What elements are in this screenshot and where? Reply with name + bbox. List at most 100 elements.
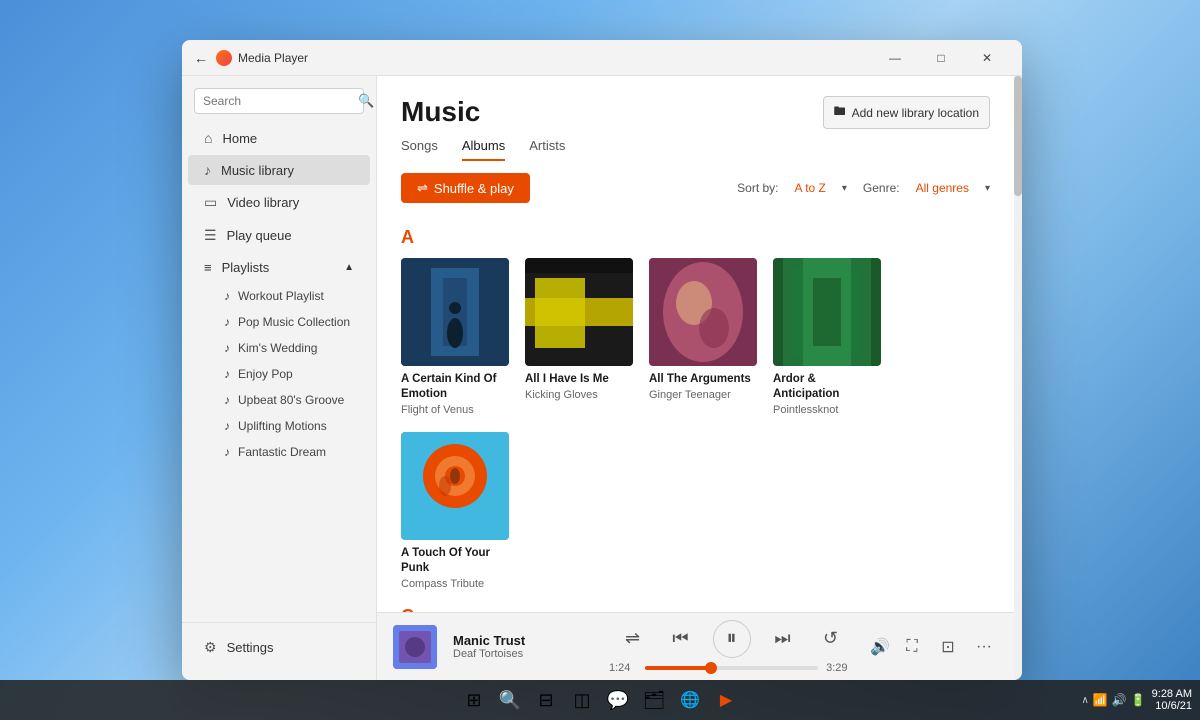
taskbar-search-button[interactable]: 🔍 <box>496 686 524 714</box>
playlist-item-0[interactable]: ♪ Workout Playlist <box>188 284 370 308</box>
minimize-button[interactable]: — <box>872 42 918 74</box>
taskbar-date-display: 10/6/21 <box>1152 700 1192 712</box>
home-icon: ⌂ <box>204 130 212 146</box>
playlist-icon-0: ♪ <box>224 289 230 303</box>
search-box[interactable]: 🔍 <box>194 88 364 114</box>
playlist-item-3[interactable]: ♪ Enjoy Pop <box>188 362 370 386</box>
taskbar-widgets-button[interactable]: ◫ <box>568 686 596 714</box>
nav-settings-label: Settings <box>227 640 274 655</box>
taskbar-right: ∧ 📶 🔊 🔋 9:28 AM 10/6/21 <box>1081 688 1192 712</box>
title-bar: ← Media Player — □ ✕ <box>182 40 1022 76</box>
playlist-item-1[interactable]: ♪ Pop Music Collection <box>188 310 370 334</box>
playlist-item-6[interactable]: ♪ Fantastic Dream <box>188 440 370 464</box>
album-card-4[interactable]: A Touch Of Your Punk Compass Tribute <box>401 432 509 590</box>
shuffle-button[interactable]: ⇌ <box>617 623 649 655</box>
sidebar-item-home[interactable]: ⌂ Home <box>188 123 370 153</box>
search-icon[interactable]: 🔍 <box>358 93 374 109</box>
maximize-button[interactable]: □ <box>918 42 964 74</box>
playlist-icon-1: ♪ <box>224 315 230 329</box>
album-title-0: A Certain Kind Of Emotion <box>401 372 509 402</box>
nav-home-label: Home <box>222 131 257 146</box>
add-library-button[interactable]: 🖿 Add new library location <box>823 96 990 129</box>
sort-chevron-icon[interactable]: ▾ <box>842 183 847 194</box>
tab-bar: Songs Albums Artists <box>401 138 990 161</box>
genre-value[interactable]: All genres <box>916 181 969 195</box>
player-controls: ⇌ ⏮ ⏸ ⏭ ↺ 1:24 3:29 <box>609 620 854 674</box>
taskbar-volume-icon[interactable]: 🔊 <box>1112 693 1127 707</box>
repeat-button[interactable]: ↺ <box>815 623 847 655</box>
playlist-label-1: Pop Music Collection <box>238 315 350 329</box>
taskbar-taskview-button[interactable]: ⊟ <box>532 686 560 714</box>
playlist-item-2[interactable]: ♪ Kim's Wedding <box>188 336 370 360</box>
toolbar: ⇌ Shuffle & play Sort by: A to Z ▾ Genre… <box>377 161 1014 215</box>
nav-playlists-label: Playlists <box>222 260 270 275</box>
taskbar-explorer-button[interactable]: 🗂 <box>640 686 668 714</box>
album-card-2[interactable]: All The Arguments Ginger Teenager <box>649 258 757 416</box>
now-playing-artist: Deaf Tortoises <box>453 648 593 660</box>
tab-albums[interactable]: Albums <box>462 138 505 161</box>
taskbar-chevron-icon[interactable]: ∧ <box>1081 695 1088 706</box>
taskbar-clock[interactable]: 9:28 AM 10/6/21 <box>1152 688 1192 712</box>
add-library-icon: 🖿 <box>834 102 846 123</box>
fullscreen-button[interactable]: ⛶ <box>898 633 926 661</box>
taskbar-chat-button[interactable]: 💬 <box>604 686 632 714</box>
album-artist-2: Ginger Teenager <box>649 389 757 401</box>
playlist-item-5[interactable]: ♪ Uplifting Motions <box>188 414 370 438</box>
albums-container: A A Certain Kind Of Emotio <box>377 215 1014 612</box>
taskbar-time-display: 9:28 AM <box>1152 688 1192 700</box>
sidebar-item-settings[interactable]: ⚙ Settings <box>188 632 370 663</box>
sort-value[interactable]: A to Z <box>795 181 826 195</box>
video-library-icon: ▭ <box>204 194 217 211</box>
more-options-button[interactable]: ··· <box>970 633 998 661</box>
nav-music-label: Music library <box>221 163 294 178</box>
playlists-header[interactable]: ≡ Playlists ▲ <box>188 253 370 282</box>
shuffle-icon: ⇌ <box>417 180 428 196</box>
genre-chevron-icon[interactable]: ▾ <box>985 183 990 194</box>
pause-button[interactable]: ⏸ <box>713 620 751 658</box>
taskbar-edge-button[interactable]: 🌐 <box>676 686 704 714</box>
album-cover-0 <box>401 258 509 366</box>
previous-button[interactable]: ⏮ <box>665 623 697 655</box>
album-cover-2 <box>649 258 757 366</box>
back-button[interactable]: ← <box>194 50 208 66</box>
app-body: 🔍 ⌂ Home ♪ Music library ▭ Video library… <box>182 76 1022 680</box>
sidebar-item-play-queue[interactable]: ☰ Play queue <box>188 220 370 251</box>
playlist-label-3: Enjoy Pop <box>238 367 293 381</box>
current-time: 1:24 <box>609 662 637 674</box>
album-title-2: All The Arguments <box>649 372 757 387</box>
progress-bar[interactable] <box>645 666 818 670</box>
next-button[interactable]: ⏭ <box>767 623 799 655</box>
taskbar-center: ⊞ 🔍 ⊟ ◫ 💬 🗂 🌐 ▶ <box>460 686 740 714</box>
tab-songs[interactable]: Songs <box>401 138 438 161</box>
taskbar-sys-icons: ∧ 📶 🔊 🔋 <box>1081 693 1145 707</box>
scrollbar-thumb[interactable] <box>1014 76 1022 196</box>
album-card-3[interactable]: Ardor & Anticipation Pointlessknot <box>773 258 881 416</box>
sidebar-item-music-library[interactable]: ♪ Music library <box>188 155 370 185</box>
volume-icon[interactable]: 🔊 <box>870 637 890 657</box>
progress-row: 1:24 3:29 <box>609 662 854 674</box>
search-input[interactable] <box>203 94 358 108</box>
taskbar-network-icon[interactable]: 📶 <box>1093 693 1108 707</box>
playlist-item-4[interactable]: ♪ Upbeat 80's Groove <box>188 388 370 412</box>
album-title-3: Ardor & Anticipation <box>773 372 881 402</box>
album-title-4: A Touch Of Your Punk <box>401 546 509 576</box>
now-playing-info: Manic Trust Deaf Tortoises <box>453 633 593 660</box>
play-queue-icon: ☰ <box>204 227 217 244</box>
album-card-0[interactable]: A Certain Kind Of Emotion Flight of Venu… <box>401 258 509 416</box>
miniplayer-button[interactable]: ⊡ <box>934 633 962 661</box>
album-cover-4 <box>401 432 509 540</box>
nav-queue-label: Play queue <box>227 228 292 243</box>
scrollbar-track[interactable] <box>1014 76 1022 680</box>
playlist-label-0: Workout Playlist <box>238 289 324 303</box>
taskbar-media-button[interactable]: ▶ <box>712 686 740 714</box>
close-button[interactable]: ✕ <box>964 42 1010 74</box>
tab-artists[interactable]: Artists <box>529 138 565 161</box>
playlist-label-6: Fantastic Dream <box>238 445 326 459</box>
shuffle-play-button[interactable]: ⇌ Shuffle & play <box>401 173 530 203</box>
now-playing-art <box>393 625 437 669</box>
control-buttons: ⇌ ⏮ ⏸ ⏭ ↺ <box>617 620 847 658</box>
taskbar-start-button[interactable]: ⊞ <box>460 686 488 714</box>
taskbar-battery-icon[interactable]: 🔋 <box>1131 693 1146 707</box>
album-card-1[interactable]: All I Have Is Me Kicking Gloves <box>525 258 633 416</box>
sidebar-item-video-library[interactable]: ▭ Video library <box>188 187 370 218</box>
